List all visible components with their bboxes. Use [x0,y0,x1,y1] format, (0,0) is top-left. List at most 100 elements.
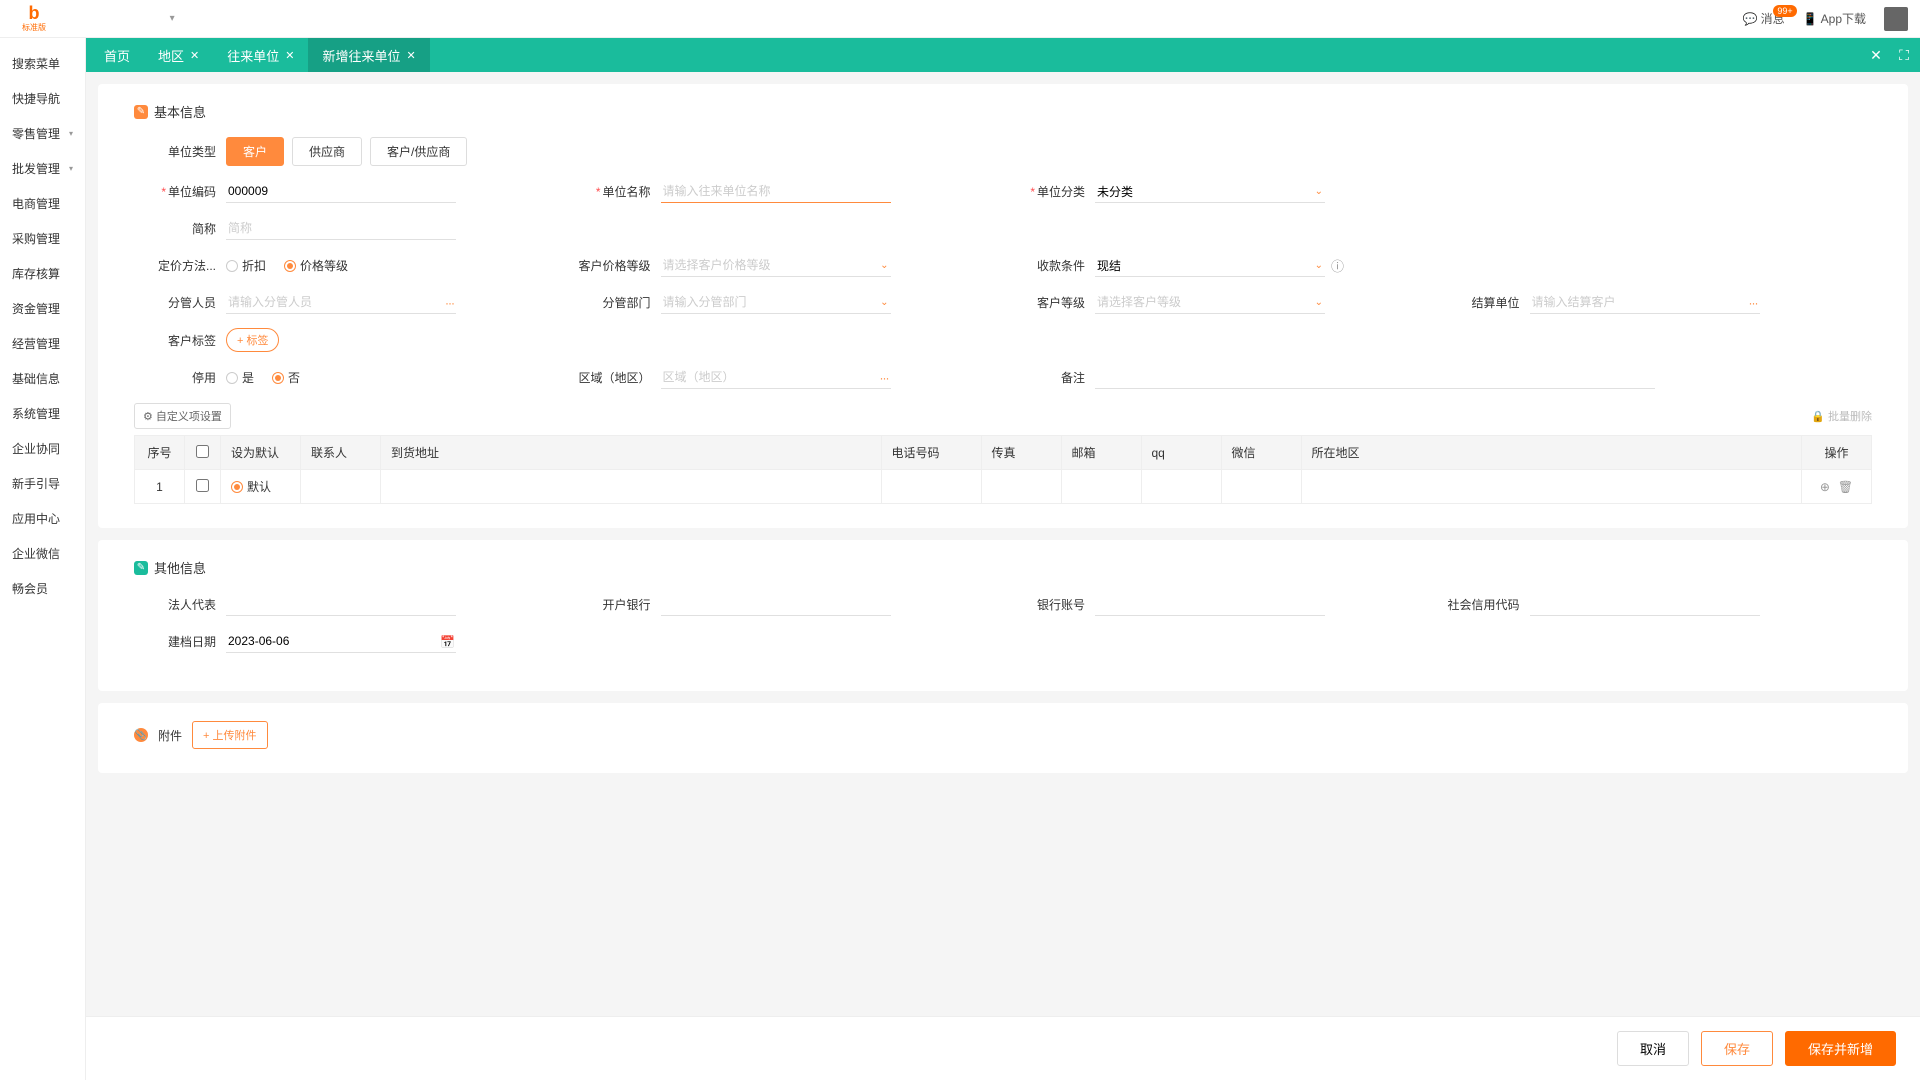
section-title-other: ✎ 其他信息 [134,558,1872,577]
cell-contact[interactable] [301,470,381,504]
calendar-icon[interactable]: 📅 [440,635,454,649]
message-button[interactable]: 💬 消息 99+ [1743,10,1785,27]
company-select[interactable]: ▾ [76,11,175,26]
contacts-table: 序号 设为默认 联系人 到货地址 电话号码 传真 邮箱 qq 微信 所在地区 操… [134,435,1872,504]
unit-code-input[interactable] [226,180,456,203]
cancel-button[interactable]: 取消 [1617,1031,1689,1066]
credit-input[interactable] [1530,593,1760,616]
tab-bar: 首页 地区✕ 往来单位✕ 新增往来单位✕ ✕ ⛶ [86,38,1920,72]
th-wechat: 微信 [1221,436,1301,470]
create-date-label: 建档日期 [134,633,216,650]
sidebar-item-funds[interactable]: 资金管理 [0,291,85,326]
close-icon[interactable]: ✕ [285,49,294,62]
add-row-icon[interactable]: ⊕ [1820,480,1830,494]
upload-attach-button[interactable]: + 上传附件 [192,721,267,749]
unit-type-supplier[interactable]: 供应商 [292,137,362,166]
select-all-checkbox[interactable] [196,445,209,458]
sidebar-item-purchase[interactable]: 采购管理 [0,221,85,256]
bank-input[interactable] [661,593,891,616]
unit-type-both[interactable]: 客户/供应商 [370,137,467,166]
close-icon[interactable]: ✕ [407,49,416,62]
abbr-input[interactable] [226,217,456,240]
sidebar-item-wholesale[interactable]: 批发管理▾ [0,151,85,186]
manager-input[interactable] [226,291,456,314]
row-default-radio[interactable]: 默认 [231,478,290,495]
unit-type-customer[interactable]: 客户 [226,137,284,166]
close-icon[interactable]: ✕ [190,49,199,62]
sidebar-item-app-center[interactable]: 应用中心 [0,501,85,536]
chevron-down-icon: ▾ [69,129,73,138]
cell-phone[interactable] [881,470,981,504]
chevron-down-icon: ▾ [170,13,175,24]
delete-row-icon[interactable]: 🗑 [1838,480,1853,494]
sidebar-item-guide[interactable]: 新手引导 [0,466,85,501]
sidebar: 搜索菜单 快捷导航 零售管理▾ 批发管理▾ 电商管理 采购管理 库存核算 资金管… [0,38,86,1080]
legal-input[interactable] [226,593,456,616]
remark-input[interactable] [1095,366,1655,389]
avatar[interactable] [1884,7,1908,31]
disable-yes-radio[interactable]: 是 [226,369,254,386]
sidebar-item-system[interactable]: 系统管理 [0,396,85,431]
save-button[interactable]: 保存 [1701,1031,1773,1066]
unit-name-input[interactable] [661,180,891,203]
add-tag-button[interactable]: + 标签 [226,328,279,352]
sidebar-item-quick-nav[interactable]: 快捷导航 [0,81,85,116]
fullscreen-button[interactable]: ⛶ [1894,45,1914,65]
attach-icon: 📎 [134,728,148,742]
tab-new-contact[interactable]: 新增往来单位✕ [308,38,429,72]
cell-email[interactable] [1061,470,1141,504]
app-download-button[interactable]: 📱 App下载 [1803,10,1866,27]
collect-cond-select[interactable] [1095,254,1325,277]
cell-region[interactable] [1301,470,1802,504]
acct-input[interactable] [1095,593,1325,616]
dept-select[interactable] [661,291,891,314]
th-fax: 传真 [981,436,1061,470]
cust-level-label: 客户等级 [1003,294,1085,311]
sidebar-item-retail[interactable]: 零售管理▾ [0,116,85,151]
disable-no-radio[interactable]: 否 [272,369,300,386]
manager-label: 分管人员 [134,294,216,311]
sidebar-item-ecommerce[interactable]: 电商管理 [0,186,85,221]
more-icon[interactable]: ··· [1749,296,1758,310]
acct-label: 银行账号 [1003,596,1085,613]
sidebar-item-member[interactable]: 畅会员 [0,571,85,606]
th-ship-addr: 到货地址 [381,436,882,470]
cust-level-select[interactable] [1095,291,1325,314]
table-row: 1 默认 ⊕ 🗑 [135,470,1872,504]
th-qq: qq [1141,436,1221,470]
sidebar-item-search-menu[interactable]: 搜索菜单 [0,46,85,81]
pricing-discount-radio[interactable]: 折扣 [226,257,266,274]
tab-region[interactable]: 地区✕ [144,38,213,72]
cell-wechat[interactable] [1221,470,1301,504]
sidebar-item-inventory[interactable]: 库存核算 [0,256,85,291]
cell-fax[interactable] [981,470,1061,504]
tab-home[interactable]: 首页 [90,38,144,72]
save-and-new-button[interactable]: 保存并新增 [1785,1031,1896,1066]
cell-seq: 1 [135,470,185,504]
region-input[interactable] [661,366,891,389]
pricing-level-radio[interactable]: 价格等级 [284,257,348,274]
mobile-icon: 📱 [1803,12,1818,26]
more-icon[interactable]: ··· [880,371,889,385]
attach-panel: 📎 附件 + 上传附件 [98,703,1908,773]
sidebar-item-wechat[interactable]: 企业微信 [0,536,85,571]
help-icon[interactable]: ⓘ [1331,256,1344,275]
sidebar-item-management[interactable]: 经营管理 [0,326,85,361]
unit-class-select[interactable] [1095,180,1325,203]
message-icon: 💬 [1743,12,1758,26]
create-date-input[interactable] [226,630,456,653]
sidebar-item-enterprise[interactable]: 企业协同 [0,431,85,466]
row-checkbox[interactable] [196,479,209,492]
custom-field-button[interactable]: ⚙自定义项设置 [134,403,231,429]
batch-delete-button[interactable]: 🔒批量删除 [1811,408,1872,424]
settle-unit-input[interactable] [1530,291,1760,314]
tab-contacts[interactable]: 往来单位✕ [213,38,308,72]
cell-qq[interactable] [1141,470,1221,504]
close-all-tabs-button[interactable]: ✕ [1866,45,1886,65]
th-contact: 联系人 [301,436,381,470]
app-download-label: App下载 [1821,10,1866,27]
cust-price-level-select[interactable] [661,254,891,277]
more-icon[interactable]: ··· [445,296,454,310]
sidebar-item-basic-info[interactable]: 基础信息 [0,361,85,396]
cell-ship-addr[interactable] [381,470,882,504]
